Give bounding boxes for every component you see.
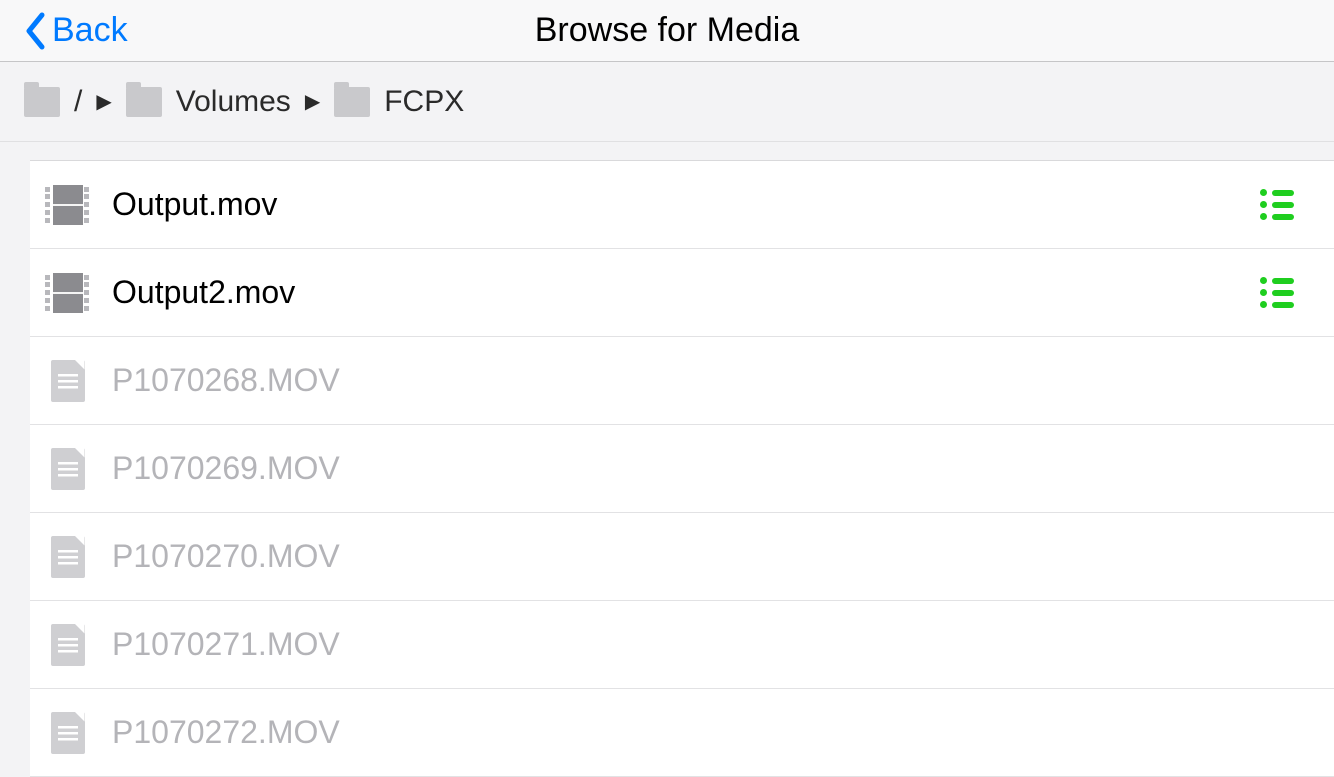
- breadcrumb-label[interactable]: FCPX: [384, 85, 464, 119]
- filmstrip-icon: [45, 273, 90, 313]
- header: Back Browse for Media: [0, 0, 1334, 62]
- file-icon: [51, 624, 85, 666]
- file-icon: [51, 448, 85, 490]
- folder-icon[interactable]: [126, 87, 162, 117]
- file-name: P1070268.MOV: [112, 362, 1294, 399]
- file-name: P1070270.MOV: [112, 538, 1294, 575]
- file-row: P1070268.MOV: [30, 337, 1334, 425]
- file-icon: [51, 712, 85, 754]
- chevron-left-icon: [24, 12, 46, 50]
- file-row: P1070272.MOV: [30, 689, 1334, 777]
- file-row[interactable]: Output2.mov: [30, 249, 1334, 337]
- file-row: P1070271.MOV: [30, 601, 1334, 689]
- file-name: P1070269.MOV: [112, 450, 1294, 487]
- folder-icon[interactable]: [24, 87, 60, 117]
- chevron-right-icon: ▶: [305, 89, 320, 114]
- file-name: P1070271.MOV: [112, 626, 1294, 663]
- file-name: Output.mov: [112, 186, 1260, 223]
- queue-list-icon[interactable]: [1260, 277, 1294, 308]
- file-row: P1070269.MOV: [30, 425, 1334, 513]
- file-row: P1070270.MOV: [30, 513, 1334, 601]
- file-icon: [51, 360, 85, 402]
- breadcrumb-label[interactable]: Volumes: [176, 85, 291, 119]
- file-list: Output.mov Output2.mov P1070268.MOV P107…: [30, 160, 1334, 777]
- filmstrip-icon: [45, 185, 90, 225]
- breadcrumb-label[interactable]: /: [74, 85, 82, 119]
- chevron-right-icon: ▶: [96, 89, 111, 114]
- file-name: Output2.mov: [112, 274, 1260, 311]
- file-row[interactable]: Output.mov: [30, 161, 1334, 249]
- back-button[interactable]: Back: [0, 11, 128, 50]
- page-title: Browse for Media: [535, 11, 800, 50]
- file-icon: [51, 536, 85, 578]
- file-name: P1070272.MOV: [112, 714, 1294, 751]
- folder-icon[interactable]: [334, 87, 370, 117]
- queue-list-icon[interactable]: [1260, 189, 1294, 220]
- breadcrumb: / ▶ Volumes ▶ FCPX: [0, 62, 1334, 142]
- back-label: Back: [52, 11, 128, 50]
